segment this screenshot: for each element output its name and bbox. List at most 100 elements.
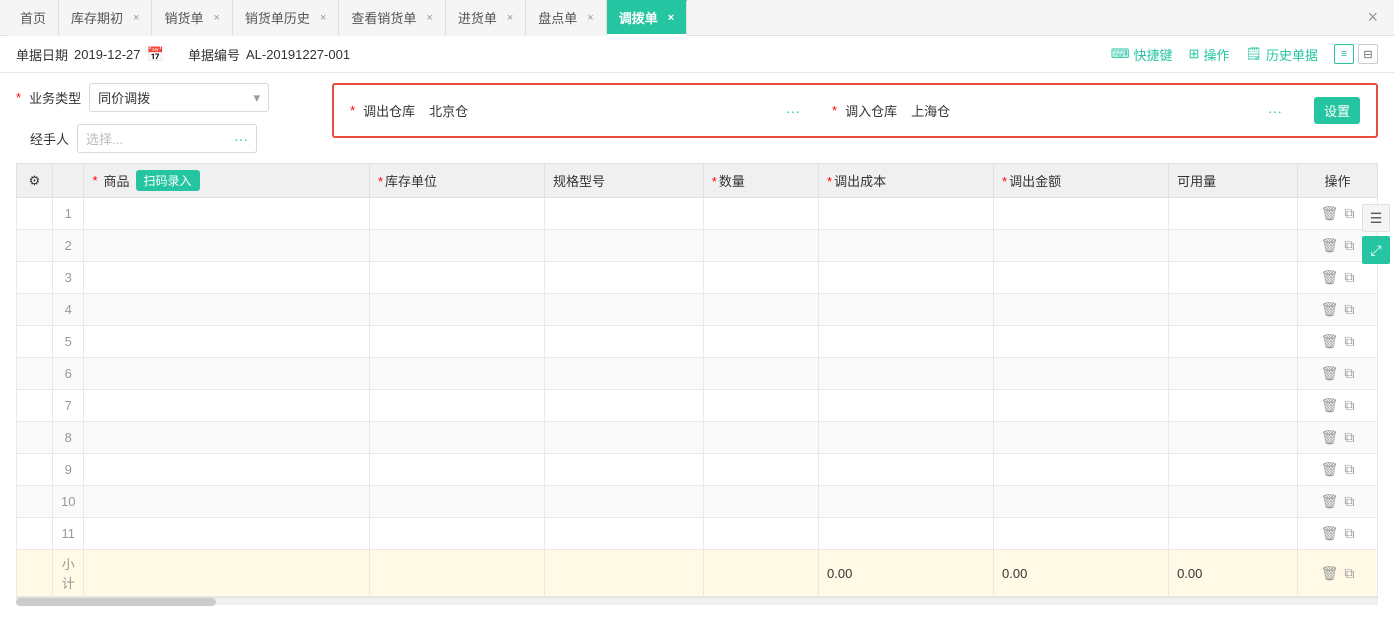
copy-icon[interactable]: ⧉ [1344, 205, 1354, 222]
row-spec-cell[interactable] [545, 454, 704, 486]
scroll-thumb[interactable] [16, 598, 216, 606]
row-qty-cell[interactable] [703, 454, 818, 486]
row-product-cell[interactable] [84, 326, 370, 358]
copy-icon[interactable]: ⧉ [1344, 269, 1354, 286]
row-cost-cell[interactable] [819, 518, 994, 550]
row-spec-cell[interactable] [545, 326, 704, 358]
row-qty-cell[interactable] [703, 390, 818, 422]
row-amount-cell[interactable] [994, 454, 1169, 486]
delete-icon[interactable]: 🗑 [1321, 525, 1339, 542]
delete-icon[interactable]: 🗑 [1321, 205, 1339, 222]
row-available-cell[interactable] [1169, 326, 1298, 358]
tab-purchase-order[interactable]: 进货单 × [446, 0, 526, 36]
business-type-select[interactable]: 同价调拨 ▾ [89, 83, 269, 112]
scan-btn[interactable]: 扫码录入 [136, 170, 200, 191]
gear-th[interactable]: ⚙ [17, 164, 53, 198]
row-amount-cell[interactable] [994, 326, 1169, 358]
panel-expand-icon[interactable]: ⤢ [1362, 236, 1390, 264]
copy-icon[interactable]: ⧉ [1344, 493, 1354, 510]
layout-list-icon[interactable]: ≡ [1334, 44, 1354, 64]
delete-icon[interactable]: 🗑 [1321, 301, 1339, 318]
row-qty-cell[interactable] [703, 294, 818, 326]
delete-icon[interactable]: 🗑 [1321, 461, 1339, 478]
row-available-cell[interactable] [1169, 230, 1298, 262]
copy-icon[interactable]: ⧉ [1344, 461, 1354, 478]
row-amount-cell[interactable] [994, 198, 1169, 230]
row-cost-cell[interactable] [819, 486, 994, 518]
shortcuts-action[interactable]: ⌨ 快捷键 [1111, 45, 1173, 64]
row-amount-cell[interactable] [994, 230, 1169, 262]
row-amount-cell[interactable] [994, 294, 1169, 326]
tab-transfer-order[interactable]: 调拨单 × [607, 0, 687, 36]
handler-select[interactable]: 选择... ··· [77, 124, 257, 153]
row-amount-cell[interactable] [994, 486, 1169, 518]
row-available-cell[interactable] [1169, 518, 1298, 550]
row-available-cell[interactable] [1169, 390, 1298, 422]
copy-icon[interactable]: ⧉ [1344, 301, 1354, 318]
row-cost-cell[interactable] [819, 230, 994, 262]
tab-close-sales-history[interactable]: × [320, 12, 326, 24]
tab-close-view-sales[interactable]: × [426, 12, 432, 24]
row-cost-cell[interactable] [819, 294, 994, 326]
tab-close-inventory-init[interactable]: × [133, 12, 139, 24]
row-unit-cell[interactable] [369, 262, 544, 294]
row-available-cell[interactable] [1169, 486, 1298, 518]
tab-close-purchase-order[interactable]: × [507, 12, 513, 24]
delete-icon[interactable]: 🗑 [1321, 397, 1339, 414]
row-qty-cell[interactable] [703, 326, 818, 358]
operations-action[interactable]: ⊞ 操作 [1189, 45, 1230, 64]
row-unit-cell[interactable] [369, 422, 544, 454]
row-product-cell[interactable] [84, 294, 370, 326]
panel-list-icon[interactable]: ☰ [1362, 204, 1390, 232]
row-available-cell[interactable] [1169, 294, 1298, 326]
calendar-icon[interactable]: 📅 [147, 46, 164, 63]
row-cost-cell[interactable] [819, 422, 994, 454]
tab-close-inventory-check[interactable]: × [587, 12, 593, 24]
row-unit-cell[interactable] [369, 294, 544, 326]
delete-icon[interactable]: 🗑 [1321, 269, 1339, 286]
row-qty-cell[interactable] [703, 230, 818, 262]
row-product-cell[interactable] [84, 518, 370, 550]
delete-icon[interactable]: 🗑 [1321, 493, 1339, 510]
row-product-cell[interactable] [84, 422, 370, 454]
row-qty-cell[interactable] [703, 486, 818, 518]
row-unit-cell[interactable] [369, 358, 544, 390]
row-cost-cell[interactable] [819, 326, 994, 358]
row-cost-cell[interactable] [819, 198, 994, 230]
row-qty-cell[interactable] [703, 518, 818, 550]
warehouse-in-more-icon[interactable]: ··· [1268, 103, 1282, 119]
copy-icon[interactable]: ⧉ [1344, 237, 1354, 254]
row-qty-cell[interactable] [703, 198, 818, 230]
row-cost-cell[interactable] [819, 358, 994, 390]
row-unit-cell[interactable] [369, 198, 544, 230]
delete-icon[interactable]: 🗑 [1321, 333, 1339, 350]
tab-home[interactable]: 首页 [8, 0, 59, 36]
row-product-cell[interactable] [84, 486, 370, 518]
row-product-cell[interactable] [84, 262, 370, 294]
row-product-cell[interactable] [84, 390, 370, 422]
row-unit-cell[interactable] [369, 486, 544, 518]
handler-more-icon[interactable]: ··· [234, 131, 248, 147]
row-spec-cell[interactable] [545, 358, 704, 390]
row-available-cell[interactable] [1169, 198, 1298, 230]
row-qty-cell[interactable] [703, 422, 818, 454]
tab-close-transfer-order[interactable]: × [668, 12, 674, 24]
row-spec-cell[interactable] [545, 198, 704, 230]
row-cost-cell[interactable] [819, 262, 994, 294]
row-unit-cell[interactable] [369, 230, 544, 262]
row-amount-cell[interactable] [994, 518, 1169, 550]
tab-inventory-init[interactable]: 库存期初 × [59, 0, 152, 36]
row-unit-cell[interactable] [369, 390, 544, 422]
copy-icon[interactable]: ⧉ [1344, 365, 1354, 382]
warehouse-settings-button[interactable]: 设置 [1314, 97, 1360, 124]
row-qty-cell[interactable] [703, 262, 818, 294]
row-cost-cell[interactable] [819, 390, 994, 422]
delete-icon[interactable]: 🗑 [1321, 237, 1339, 254]
row-spec-cell[interactable] [545, 262, 704, 294]
tab-inventory-check[interactable]: 盘点单 × [526, 0, 606, 36]
delete-icon[interactable]: 🗑 [1321, 365, 1339, 382]
row-available-cell[interactable] [1169, 422, 1298, 454]
row-product-cell[interactable] [84, 454, 370, 486]
row-qty-cell[interactable] [703, 358, 818, 390]
row-available-cell[interactable] [1169, 454, 1298, 486]
